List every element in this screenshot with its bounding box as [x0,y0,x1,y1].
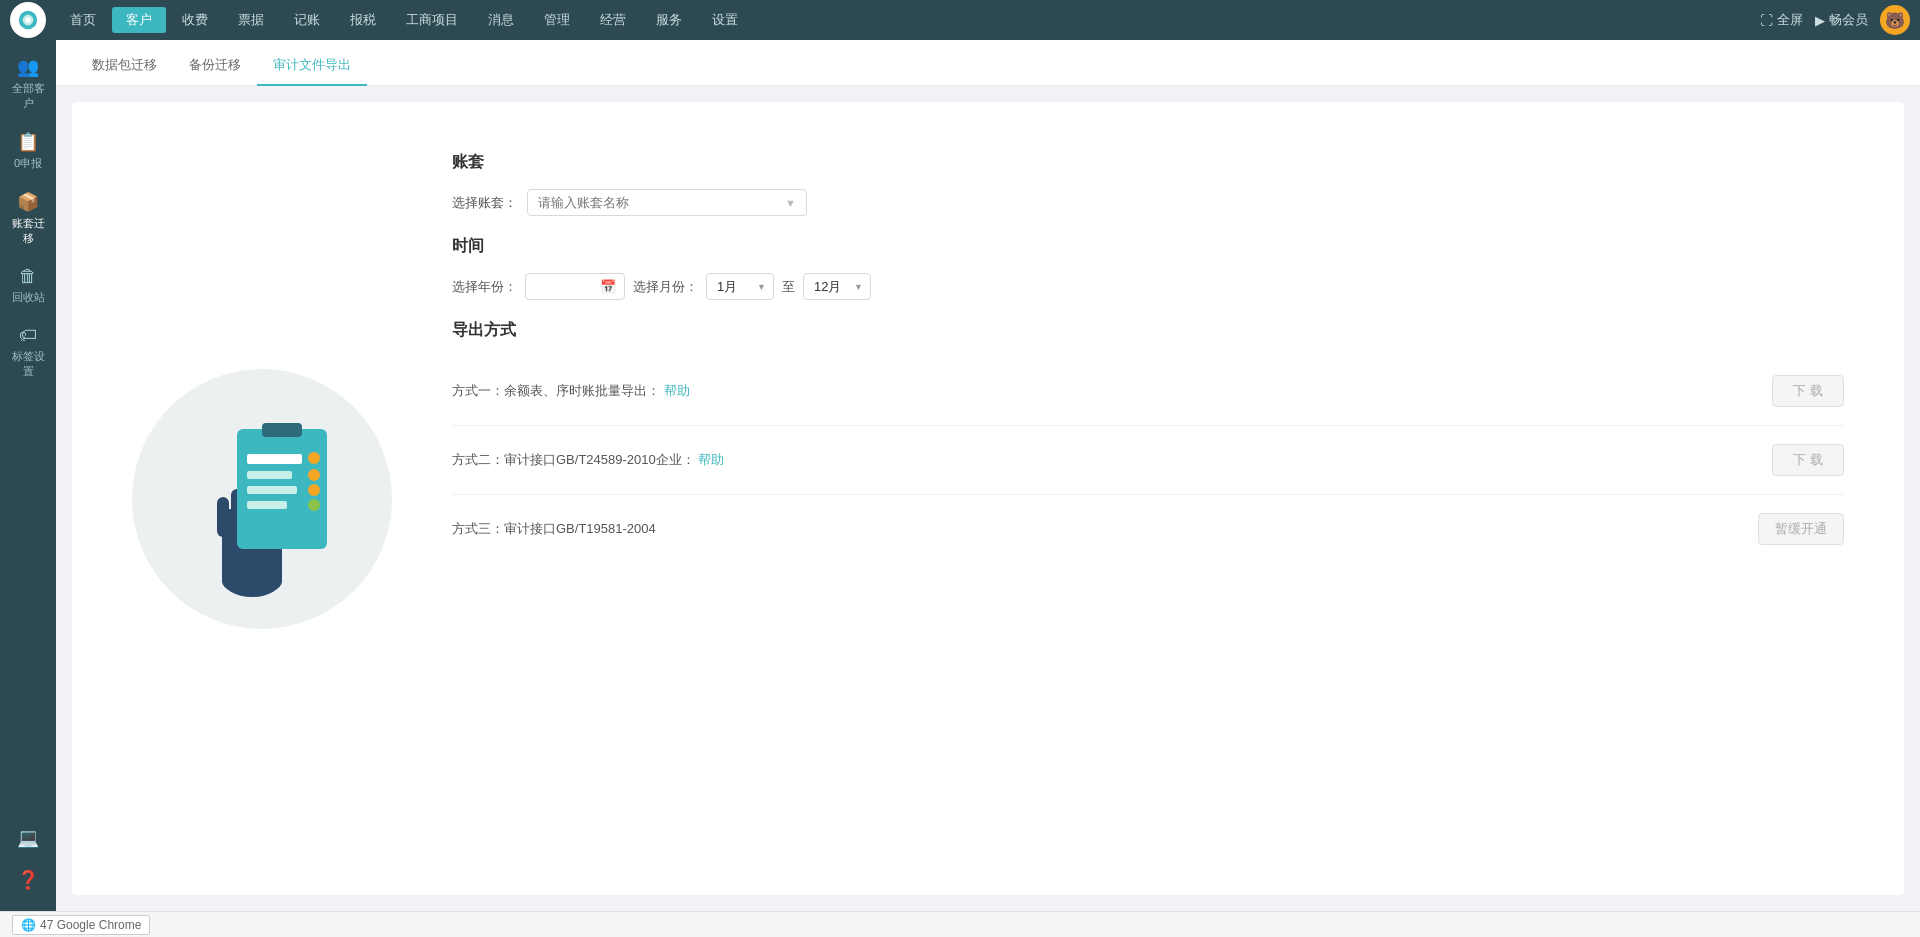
tab-data-migration[interactable]: 数据包迁移 [76,46,173,86]
svg-rect-17 [262,423,302,437]
nav-home[interactable]: 首页 [56,7,110,33]
month-label: 选择月份： [633,278,698,296]
sidebar-item-monitor[interactable]: 💻 [3,819,53,857]
sidebar-item-recycle[interactable]: 🗑 回收站 [3,258,53,313]
play-icon: ▶ [1815,13,1825,28]
year-input-wrapper[interactable]: 2023 📅 [525,273,625,300]
method2-help-link[interactable]: 帮助 [698,452,724,467]
svg-rect-10 [247,471,292,479]
end-month-wrapper[interactable]: 1月2月3月4月 5月6月7月8月 9月10月11月12月 [803,273,871,300]
nav-operation[interactable]: 经营 [586,7,640,33]
illustration-area [132,142,392,855]
declare-icon: 📋 [17,131,39,153]
export-method-3: 方式三：审计接口GB/T19581-2004 暂缓开通 [452,495,1844,563]
export-section: 方式一：余额表、序时账批量导出： 帮助 下 载 方式二：审计接口GB/T2458… [452,357,1844,563]
end-month-select[interactable]: 1月2月3月4月 5月6月7月8月 9月10月11月12月 [803,273,871,300]
page-content: 账套 选择账套： ▼ 时间 选择年份： 2023 📅 选择月份 [72,102,1904,895]
app-logo[interactable] [10,2,46,38]
account-label: 选择账套： [452,194,517,212]
illustration-circle [132,369,392,629]
year-label: 选择年份： [452,278,517,296]
time-section-title: 时间 [452,236,1844,257]
chevron-down-icon: ▼ [785,197,796,209]
account-input-wrapper[interactable]: ▼ [527,189,807,216]
nav-customers[interactable]: 客户 [112,7,166,33]
sidebar-item-account-migration[interactable]: 📦 账套迁移 [3,183,53,254]
top-nav-items: 首页 客户 收费 票据 记账 报税 工商项目 消息 管理 经营 服务 设置 [56,7,1760,33]
account-section-title: 账套 [452,152,1844,173]
user-avatar[interactable]: 🐻 [1880,5,1910,35]
start-month-wrapper[interactable]: 1月2月3月4月 5月6月7月8月 9月10月11月12月 [706,273,774,300]
sidebar-item-all-customers[interactable]: 👥 全部客户 [3,48,53,119]
chrome-status-item[interactable]: 🌐 47 Google Chrome [12,915,150,935]
customers-icon: 👥 [17,56,39,78]
method2-text: 方式二：审计接口GB/T24589-2010企业： 帮助 [452,451,724,469]
tab-backup-migration[interactable]: 备份迁移 [173,46,257,86]
tag-icon: 🏷 [19,325,37,346]
migration-icon: 📦 [17,191,39,213]
sidebar-item-zero-declare[interactable]: 📋 0申报 [3,123,53,179]
nav-fees[interactable]: 收费 [168,7,222,33]
status-bar: 🌐 47 Google Chrome [0,911,1920,937]
nav-settings[interactable]: 设置 [698,7,752,33]
method1-text: 方式一：余额表、序时账批量导出： 帮助 [452,382,690,400]
start-month-select[interactable]: 1月2月3月4月 5月6月7月8月 9月10月11月12月 [706,273,774,300]
tab-audit-export[interactable]: 审计文件导出 [257,46,367,86]
svg-point-13 [308,452,320,464]
method1-help-link[interactable]: 帮助 [664,383,690,398]
main-layout: 👥 全部客户 📋 0申报 📦 账套迁移 🗑 回收站 🏷 标签设置 💻 ❓ [0,40,1920,911]
export-method-2: 方式二：审计接口GB/T24589-2010企业： 帮助 下 载 [452,426,1844,495]
svg-rect-12 [247,501,287,509]
account-input[interactable] [538,195,785,210]
svg-point-1 [25,17,31,23]
method2-download-button[interactable]: 下 载 [1772,444,1844,476]
fullscreen-button[interactable]: ⛶ 全屏 [1760,11,1803,29]
recycle-icon: 🗑 [19,266,37,287]
sidebar-item-tag-settings[interactable]: 🏷 标签设置 [3,317,53,387]
export-section-title: 导出方式 [452,320,1844,341]
content-area: 数据包迁移 备份迁移 审计文件导出 [56,40,1920,911]
tab-bar: 数据包迁移 备份迁移 审计文件导出 [56,40,1920,86]
method3-open-button[interactable]: 暂缓开通 [1758,513,1844,545]
year-input[interactable]: 2023 [534,279,594,294]
account-row: 选择账套： ▼ [452,189,1844,216]
export-method-1: 方式一：余额表、序时账批量导出： 帮助 下 载 [452,357,1844,426]
form-area: 账套 选择账套： ▼ 时间 选择年份： 2023 📅 选择月份 [452,142,1844,855]
svg-rect-11 [247,486,297,494]
method3-text: 方式三：审计接口GB/T19581-2004 [452,520,656,538]
sidebar-item-help[interactable]: ❓ [3,861,53,899]
method1-download-button[interactable]: 下 载 [1772,375,1844,407]
to-separator: 至 [782,278,795,296]
left-sidebar: 👥 全部客户 📋 0申报 📦 账套迁移 🗑 回收站 🏷 标签设置 💻 ❓ [0,40,56,911]
top-nav-right: ⛶ 全屏 ▶ 畅会员 🐻 [1760,5,1910,35]
svg-rect-4 [217,497,229,537]
nav-service[interactable]: 服务 [642,7,696,33]
nav-bookkeeping[interactable]: 记账 [280,7,334,33]
sidebar-bottom: 💻 ❓ [3,819,53,911]
time-row: 选择年份： 2023 📅 选择月份： 1月2月3月4月 5月6月7月8月 9月1… [452,273,1844,300]
nav-invoices[interactable]: 票据 [224,7,278,33]
calendar-icon: 📅 [600,279,616,294]
top-nav: 首页 客户 收费 票据 记账 报税 工商项目 消息 管理 经营 服务 设置 ⛶ … [0,0,1920,40]
member-button[interactable]: ▶ 畅会员 [1815,11,1868,29]
help-icon: ❓ [17,869,39,891]
chrome-icon: 🌐 [21,918,36,932]
svg-rect-9 [247,454,302,464]
svg-point-14 [308,469,320,481]
nav-business[interactable]: 工商项目 [392,7,472,33]
nav-tax[interactable]: 报税 [336,7,390,33]
svg-point-16 [308,499,320,511]
svg-point-15 [308,484,320,496]
fullscreen-icon: ⛶ [1760,13,1773,28]
nav-message[interactable]: 消息 [474,7,528,33]
nav-manage[interactable]: 管理 [530,7,584,33]
monitor-icon: 💻 [17,827,39,849]
